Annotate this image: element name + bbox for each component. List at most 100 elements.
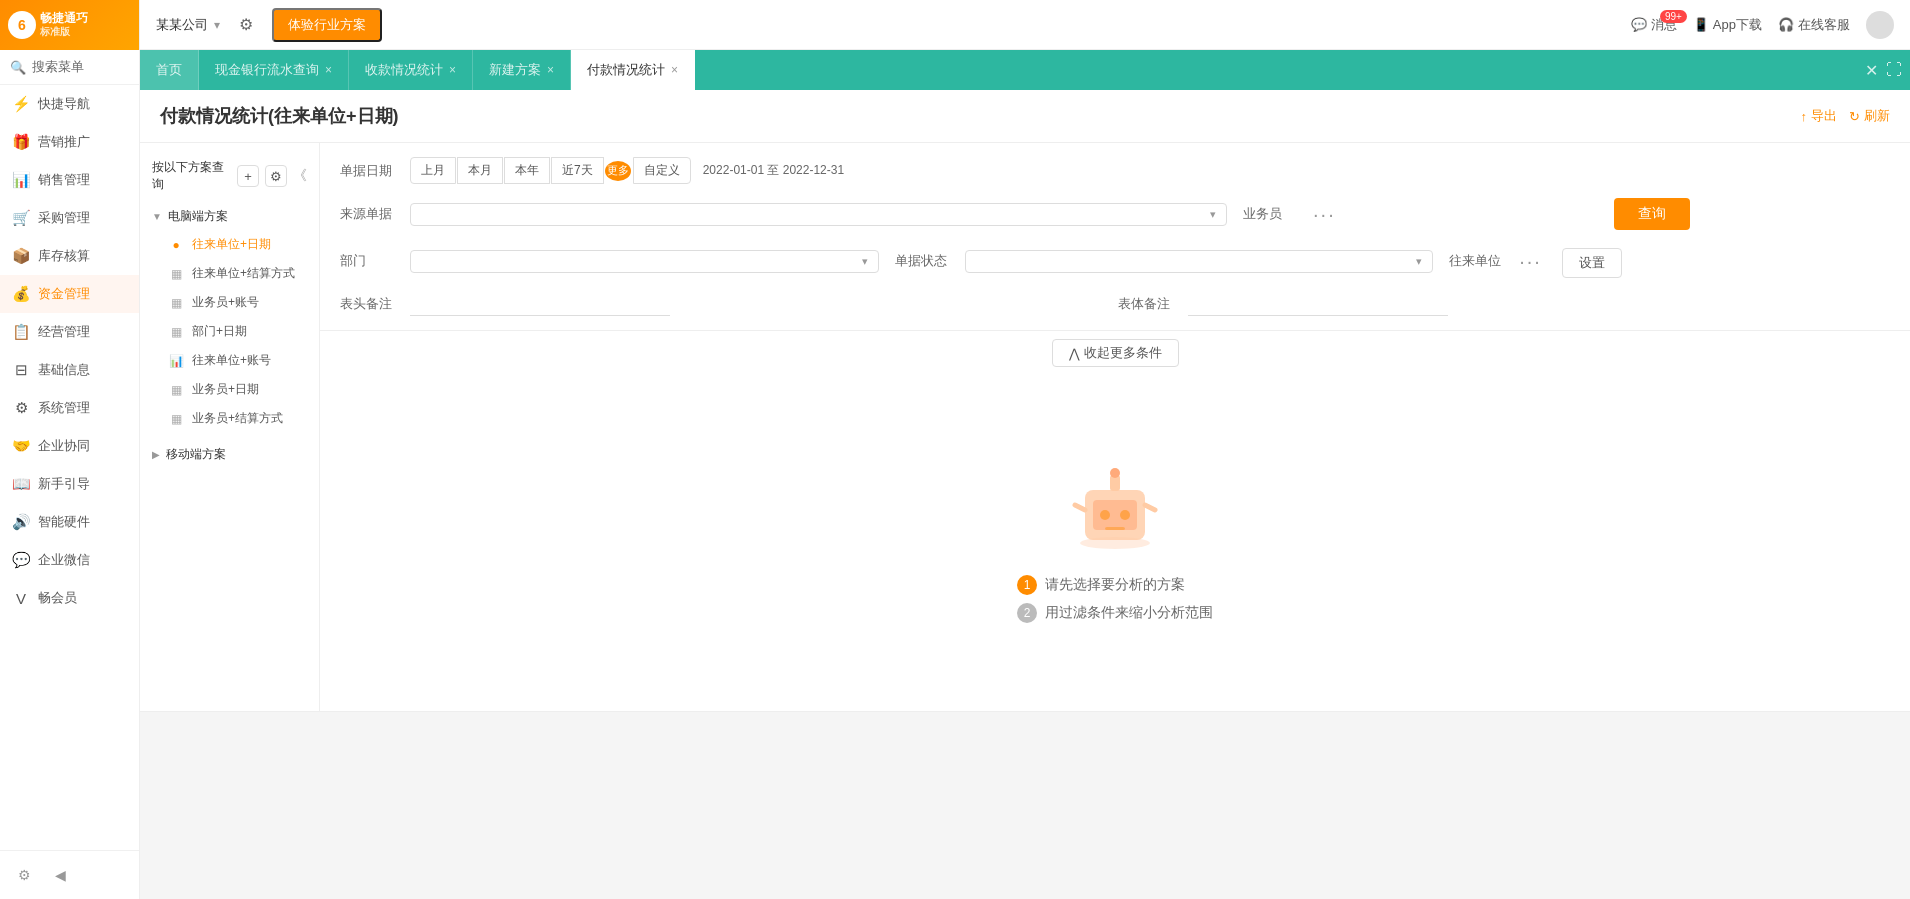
- step-2-num: 2: [1017, 603, 1037, 623]
- tab-receipts-close-icon[interactable]: ×: [449, 63, 456, 77]
- scheme-collapse-btn[interactable]: 《: [293, 167, 307, 185]
- trial-btn[interactable]: 体验行业方案: [272, 8, 382, 42]
- scheme-item-unit-account[interactable]: 📊 往来单位+账号: [140, 346, 319, 375]
- date-btn-this-year[interactable]: 本年: [504, 157, 550, 184]
- sidebar-item-label: 智能硬件: [38, 513, 90, 531]
- header-note-input[interactable]: [410, 292, 670, 316]
- desktop-group-header[interactable]: ▼ 电脑端方案: [140, 203, 319, 230]
- sidebar-item-wechat[interactable]: 💬 企业微信: [0, 541, 139, 579]
- sidebar-item-inventory[interactable]: 📦 库存核算: [0, 237, 139, 275]
- sidebar-item-label: 基础信息: [38, 361, 90, 379]
- user-avatar[interactable]: [1866, 11, 1894, 39]
- svg-point-4: [1120, 510, 1130, 520]
- scheme-item-dept-date[interactable]: ▦ 部门+日期: [140, 317, 319, 346]
- sidebar-item-marketing[interactable]: 🎁 营销推广: [0, 123, 139, 161]
- date-btn-custom[interactable]: 自定义: [633, 157, 691, 184]
- sidebar-item-shortcuts[interactable]: ⚡ 快捷导航: [0, 85, 139, 123]
- date-btn-last-month[interactable]: 上月: [410, 157, 456, 184]
- sidebar-nav: ⚡ 快捷导航 🎁 营销推广 📊 销售管理 🛒 采购管理 📦 库存核算 💰 资金管…: [0, 85, 139, 850]
- svg-rect-2: [1093, 500, 1137, 530]
- sidebar-item-finance[interactable]: 💰 资金管理: [0, 275, 139, 313]
- sidebar-item-guide[interactable]: 📖 新手引导: [0, 465, 139, 503]
- tab-new-plan-close-icon[interactable]: ×: [547, 63, 554, 77]
- date-btn-more[interactable]: 更多: [605, 161, 631, 181]
- settings-btn[interactable]: 设置: [1562, 248, 1622, 278]
- body-note-input[interactable]: [1188, 292, 1448, 316]
- sidebar-item-hardware[interactable]: 🔊 智能硬件: [0, 503, 139, 541]
- sidebar-item-system[interactable]: ⚙ 系统管理: [0, 389, 139, 427]
- footer-collapse-btn[interactable]: ◀: [46, 861, 74, 889]
- collapse-conditions-btn[interactable]: ⋀ 收起更多条件: [1052, 339, 1179, 367]
- scheme-item-icon: ▦: [168, 382, 184, 398]
- filter-row-date: 单据日期 上月 本月 本年 近7天 更多 自定义 2022-01-01 至 20…: [340, 157, 1880, 184]
- tab-cashflow-close-icon[interactable]: ×: [325, 63, 332, 77]
- footer-settings-btn[interactable]: ⚙: [10, 861, 38, 889]
- sidebar-item-purchase[interactable]: 🛒 采购管理: [0, 199, 139, 237]
- header-note-label: 表头备注: [340, 295, 410, 313]
- scheme-settings-btn[interactable]: ⚙: [265, 165, 287, 187]
- unit-dots-btn[interactable]: ···: [1519, 250, 1542, 273]
- tab-receipts-label: 收款情况统计: [365, 61, 443, 79]
- dept-select[interactable]: ▾: [410, 250, 879, 273]
- system-icon: ⚙: [12, 399, 30, 417]
- service-btn[interactable]: 🎧 在线客服: [1778, 16, 1850, 34]
- sidebar-item-label: 系统管理: [38, 399, 90, 417]
- tab-payments-close-icon[interactable]: ×: [671, 63, 678, 77]
- search-label: 搜索菜单: [32, 58, 84, 76]
- tab-receipts[interactable]: 收款情况统计 ×: [349, 50, 473, 90]
- scheme-item-staff-account[interactable]: ▦ 业务员+账号: [140, 288, 319, 317]
- scheme-add-btn[interactable]: +: [237, 165, 259, 187]
- scheme-item-label: 业务员+日期: [192, 381, 259, 398]
- staff-dots-btn[interactable]: ···: [1313, 203, 1336, 226]
- close-tab-btn[interactable]: ✕: [1865, 61, 1878, 80]
- scheme-panel: 按以下方案查询 + ⚙ 《 ▼ 电脑端方案 ● 往来单位+日期 ▦: [140, 143, 320, 711]
- scheme-item-staff-settle[interactable]: ▦ 业务员+结算方式: [140, 404, 319, 433]
- empty-step-2: 2 用过滤条件来缩小分析范围: [1017, 603, 1213, 623]
- maximize-tab-btn[interactable]: ⛶: [1886, 61, 1902, 79]
- sidebar-item-vip[interactable]: V 畅会员: [0, 579, 139, 617]
- sidebar-item-operations[interactable]: 📋 经营管理: [0, 313, 139, 351]
- voucher-status-select[interactable]: ▾: [965, 250, 1434, 273]
- page-title: 付款情况统计(往来单位+日期): [160, 104, 399, 128]
- hardware-icon: 🔊: [12, 513, 30, 531]
- date-btn-7days[interactable]: 近7天: [551, 157, 604, 184]
- message-btn[interactable]: 💬 消息 99+: [1631, 16, 1677, 34]
- date-btn-this-month[interactable]: 本月: [457, 157, 503, 184]
- svg-line-8: [1075, 505, 1085, 510]
- sidebar-item-label: 快捷导航: [38, 95, 90, 113]
- scheme-item-unit-settle[interactable]: ▦ 往来单位+结算方式: [140, 259, 319, 288]
- tab-cashflow[interactable]: 现金银行流水查询 ×: [199, 50, 349, 90]
- export-btn[interactable]: ↑ 导出: [1801, 107, 1838, 125]
- topbar-settings-btn[interactable]: ⚙: [232, 11, 260, 39]
- message-badge: 99+: [1660, 10, 1687, 23]
- collapse-icon: ⋀: [1069, 346, 1080, 361]
- tab-cashflow-label: 现金银行流水查询: [215, 61, 319, 79]
- service-label: 在线客服: [1798, 16, 1850, 34]
- sidebar-item-enterprise[interactable]: 🤝 企业协同: [0, 427, 139, 465]
- source-select[interactable]: ▾: [410, 203, 1227, 226]
- step-1-num: 1: [1017, 575, 1037, 595]
- tab-payments[interactable]: 付款情况统计 ×: [571, 50, 695, 90]
- sidebar-item-label: 销售管理: [38, 171, 90, 189]
- refresh-btn[interactable]: ↻ 刷新: [1849, 107, 1890, 125]
- tabs-actions: ✕ ⛶: [1857, 50, 1910, 90]
- sidebar-item-sales[interactable]: 📊 销售管理: [0, 161, 139, 199]
- query-btn[interactable]: 查询: [1614, 198, 1690, 230]
- sidebar-search[interactable]: 🔍 搜索菜单: [0, 50, 139, 85]
- step-2-text: 用过滤条件来缩小分析范围: [1045, 604, 1213, 622]
- scheme-item-unit-date[interactable]: ● 往来单位+日期: [140, 230, 319, 259]
- scheme-item-label: 部门+日期: [192, 323, 247, 340]
- desktop-group-name: 电脑端方案: [168, 208, 228, 225]
- tab-home[interactable]: 首页: [140, 50, 199, 90]
- workspace-selector[interactable]: 某某公司 ▾: [156, 16, 220, 34]
- svg-point-7: [1110, 468, 1120, 478]
- content-area: 付款情况统计(往来单位+日期) ↑ 导出 ↻ 刷新 按以下方案查询 + ⚙: [140, 90, 1910, 899]
- mobile-group-header[interactable]: ▶ 移动端方案: [140, 441, 319, 468]
- scheme-item-staff-date[interactable]: ▦ 业务员+日期: [140, 375, 319, 404]
- scheme-toolbar: 按以下方案查询 + ⚙ 《: [140, 153, 319, 199]
- workspace-chevron-icon: ▾: [214, 18, 220, 32]
- sidebar-item-basic[interactable]: ⊟ 基础信息: [0, 351, 139, 389]
- scheme-item-icon: ▦: [168, 295, 184, 311]
- app-download-btn[interactable]: 📱 App下载: [1693, 16, 1762, 34]
- tab-new-plan[interactable]: 新建方案 ×: [473, 50, 571, 90]
